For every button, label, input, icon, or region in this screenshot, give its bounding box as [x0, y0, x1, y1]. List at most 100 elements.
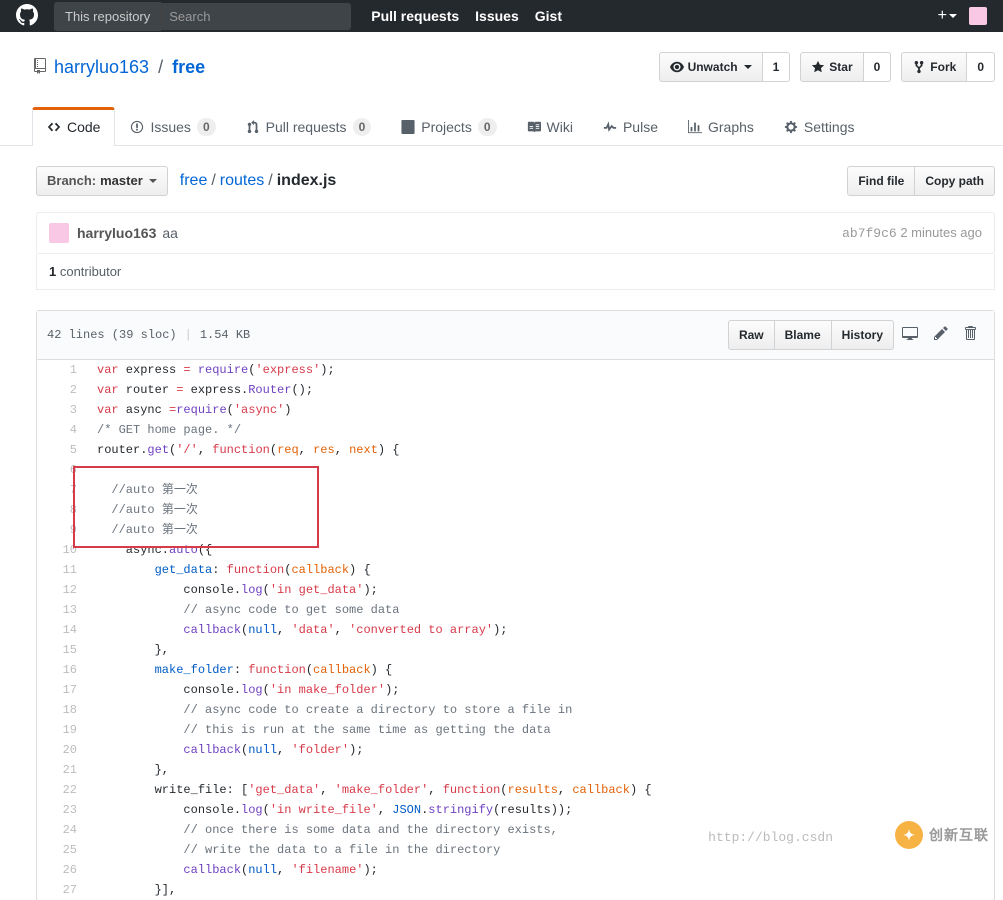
line-content[interactable]: // async code to get some data: [87, 600, 994, 620]
line-content[interactable]: [87, 460, 994, 480]
github-logo-icon[interactable]: [16, 4, 38, 29]
line-content[interactable]: write_file: ['get_data', 'make_folder', …: [87, 780, 994, 800]
line-number[interactable]: 18: [37, 700, 87, 720]
crumb-root[interactable]: free: [180, 172, 208, 189]
watermark-icon: ✦: [895, 821, 923, 849]
copy-path-button[interactable]: Copy path: [915, 166, 995, 196]
line-number[interactable]: 20: [37, 740, 87, 760]
line-content[interactable]: callback(null, 'data', 'converted to arr…: [87, 620, 994, 640]
line-number[interactable]: 26: [37, 860, 87, 880]
line-content[interactable]: //auto 第一次: [87, 500, 994, 520]
line-number[interactable]: 6: [37, 460, 87, 480]
line-content[interactable]: // async code to create a directory to s…: [87, 700, 994, 720]
tab-pulls[interactable]: Pull requests 0: [231, 107, 387, 146]
tab-wiki[interactable]: Wiki: [512, 107, 588, 146]
line-content[interactable]: var router = express.Router();: [87, 380, 994, 400]
code-line: 7 //auto 第一次: [37, 480, 994, 500]
star-button[interactable]: Star: [800, 52, 863, 82]
line-number[interactable]: 13: [37, 600, 87, 620]
line-number[interactable]: 25: [37, 840, 87, 860]
line-number[interactable]: 27: [37, 880, 87, 900]
line-content[interactable]: var async =require('async'): [87, 400, 994, 420]
line-number[interactable]: 12: [37, 580, 87, 600]
search-input[interactable]: [161, 3, 351, 30]
line-number[interactable]: 15: [37, 640, 87, 660]
line-number[interactable]: 7: [37, 480, 87, 500]
create-new-dropdown[interactable]: +: [938, 7, 957, 25]
line-number[interactable]: 24: [37, 820, 87, 840]
line-number[interactable]: 22: [37, 780, 87, 800]
history-button[interactable]: History: [832, 320, 894, 350]
tab-graphs[interactable]: Graphs: [673, 107, 769, 146]
line-content[interactable]: // once there is some data and the direc…: [87, 820, 994, 840]
line-content[interactable]: callback(null, 'filename');: [87, 860, 994, 880]
tab-pulse[interactable]: Pulse: [588, 107, 673, 146]
commit-box: harryluo163 aa ab7f9c6 2 minutes ago: [36, 212, 995, 254]
line-content[interactable]: // this is run at the same time as getti…: [87, 720, 994, 740]
line-content[interactable]: }],: [87, 880, 994, 900]
edit-icon[interactable]: [926, 319, 956, 351]
code-line: 22 write_file: ['get_data', 'make_folder…: [37, 780, 994, 800]
raw-button[interactable]: Raw: [728, 320, 775, 350]
line-number[interactable]: 19: [37, 720, 87, 740]
user-avatar-icon[interactable]: [969, 7, 987, 25]
line-content[interactable]: // write the data to a file in the direc…: [87, 840, 994, 860]
nav-gist[interactable]: Gist: [535, 8, 562, 24]
line-number[interactable]: 10: [37, 540, 87, 560]
commit-message[interactable]: aa: [162, 225, 178, 241]
line-content[interactable]: console.log('in make_folder');: [87, 680, 994, 700]
line-content[interactable]: get_data: function(callback) {: [87, 560, 994, 580]
star-count[interactable]: 0: [864, 52, 892, 82]
line-number[interactable]: 2: [37, 380, 87, 400]
repo-name-link[interactable]: free: [172, 57, 205, 77]
unwatch-button[interactable]: Unwatch: [659, 52, 763, 82]
line-number[interactable]: 16: [37, 660, 87, 680]
line-content[interactable]: async.auto({: [87, 540, 994, 560]
find-file-button[interactable]: Find file: [847, 166, 915, 196]
line-content[interactable]: router.get('/', function(req, res, next)…: [87, 440, 994, 460]
fork-count[interactable]: 0: [967, 52, 995, 82]
line-number[interactable]: 21: [37, 760, 87, 780]
crumb-routes[interactable]: routes: [220, 172, 264, 189]
line-number[interactable]: 8: [37, 500, 87, 520]
nav-pull-requests[interactable]: Pull requests: [371, 8, 459, 24]
desktop-icon[interactable]: [894, 319, 926, 351]
line-content[interactable]: /* GET home page. */: [87, 420, 994, 440]
line-number[interactable]: 5: [37, 440, 87, 460]
fork-button[interactable]: Fork: [901, 52, 967, 82]
line-content[interactable]: make_folder: function(callback) {: [87, 660, 994, 680]
blame-button[interactable]: Blame: [775, 320, 832, 350]
trash-icon[interactable]: [956, 319, 984, 351]
line-content[interactable]: },: [87, 640, 994, 660]
watch-count[interactable]: 1: [763, 52, 791, 82]
tab-code[interactable]: Code: [32, 107, 115, 146]
line-content[interactable]: //auto 第一次: [87, 520, 994, 540]
nav-issues[interactable]: Issues: [475, 8, 519, 24]
tab-pulls-label: Pull requests: [266, 119, 347, 135]
tab-issues[interactable]: Issues 0: [115, 107, 230, 146]
line-content[interactable]: console.log('in write_file', JSON.string…: [87, 800, 994, 820]
line-number[interactable]: 23: [37, 800, 87, 820]
repo-owner-link[interactable]: harryluo163: [54, 57, 149, 77]
tab-projects[interactable]: Projects 0: [386, 107, 511, 146]
line-number[interactable]: 1: [37, 360, 87, 380]
line-content[interactable]: console.log('in get_data');: [87, 580, 994, 600]
line-number[interactable]: 4: [37, 420, 87, 440]
line-number[interactable]: 17: [37, 680, 87, 700]
line-content[interactable]: //auto 第一次: [87, 480, 994, 500]
line-content[interactable]: },: [87, 760, 994, 780]
commit-sha[interactable]: ab7f9c6: [842, 226, 897, 241]
commit-author[interactable]: harryluo163: [77, 225, 156, 241]
tab-settings[interactable]: Settings: [769, 107, 870, 146]
line-number[interactable]: 9: [37, 520, 87, 540]
line-content[interactable]: callback(null, 'folder');: [87, 740, 994, 760]
line-content[interactable]: var express = require('express');: [87, 360, 994, 380]
branch-select[interactable]: Branch: master: [36, 166, 168, 196]
reponav: Code Issues 0 Pull requests 0 Projects 0…: [0, 106, 1003, 146]
line-number[interactable]: 11: [37, 560, 87, 580]
unwatch-label: Unwatch: [688, 57, 738, 77]
crumb-file: index.js: [277, 172, 337, 189]
line-number[interactable]: 3: [37, 400, 87, 420]
commit-avatar-icon[interactable]: [49, 223, 69, 243]
line-number[interactable]: 14: [37, 620, 87, 640]
